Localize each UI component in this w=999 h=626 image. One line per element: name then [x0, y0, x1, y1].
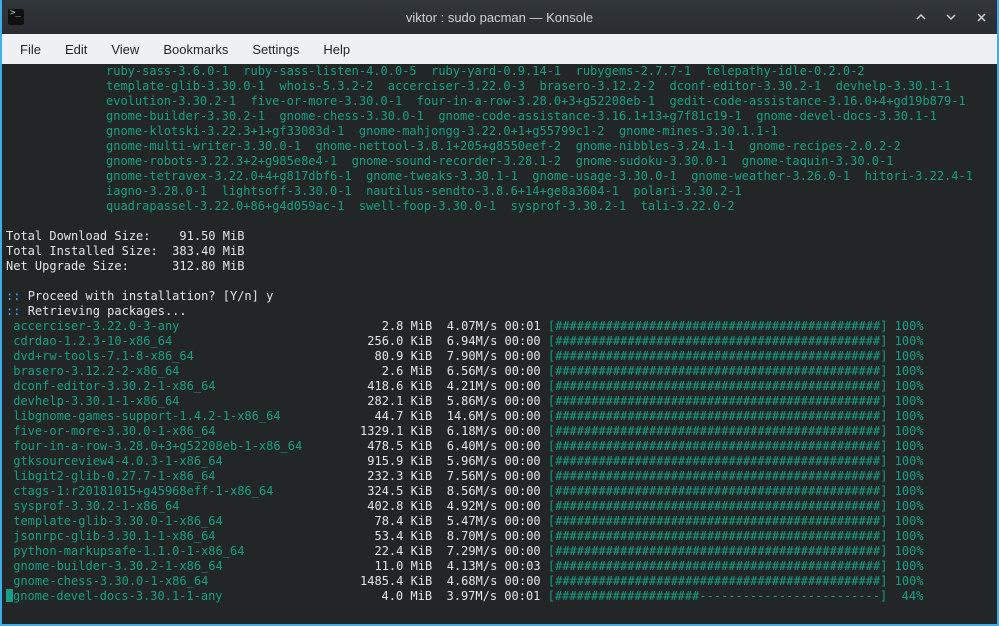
titlebar[interactable]: viktor : sudo pacman — Konsole — [2, 0, 997, 34]
retrieving-header: :: Retrieving packages... — [6, 304, 993, 319]
package-list-line: template-glib-3.30.0-1 whois-5.3.2-2 acc… — [6, 79, 951, 94]
download-row: dconf-editor-3.30.2-1-x86_64 418.6 KiB 4… — [6, 379, 993, 394]
window-title: viktor : sudo pacman — Konsole — [2, 10, 997, 25]
download-row: gnome-devel-docs-3.30.1-1-any 4.0 MiB 3.… — [6, 589, 993, 604]
package-list-line: gnome-builder-3.30.2-1 gnome-chess-3.30.… — [6, 109, 937, 124]
maximize-button[interactable] — [941, 7, 961, 27]
download-row: five-or-more-3.30.0-1-x86_64 1329.1 KiB … — [6, 424, 993, 439]
total-installed-size: Total Installed Size: 383.40 MiB — [6, 244, 993, 259]
menu-settings[interactable]: Settings — [240, 38, 311, 61]
total-download-size: Total Download Size: 91.50 MiB — [6, 229, 993, 244]
konsole-window: viktor : sudo pacman — Konsole File Edit… — [0, 0, 999, 626]
download-row: brasero-3.12.2-2-x86_64 2.6 MiB 6.56M/s … — [6, 364, 993, 379]
download-row: template-glib-3.30.0-1-x86_64 78.4 KiB 5… — [6, 514, 993, 529]
download-row: ctags-1:r20181015+g45968eff-1-x86_64 324… — [6, 484, 993, 499]
download-row: accerciser-3.22.0-3-any 2.8 MiB 4.07M/s … — [6, 319, 993, 334]
minimize-button[interactable] — [911, 7, 931, 27]
package-list-line: ruby-sass-3.6.0-1 ruby-sass-listen-4.0.0… — [6, 64, 865, 79]
download-row: cdrdao-1.2.3-10-x86_64 256.0 KiB 6.94M/s… — [6, 334, 993, 349]
download-row: libgnome-games-support-1.4.2-1-x86_64 44… — [6, 409, 993, 424]
download-row: gnome-chess-3.30.0-1-x86_64 1485.4 KiB 4… — [6, 574, 993, 589]
menu-file[interactable]: File — [8, 38, 53, 61]
window-controls — [911, 7, 991, 27]
terminal-output[interactable]: ruby-sass-3.6.0-1 ruby-sass-listen-4.0.0… — [2, 64, 997, 624]
menu-help[interactable]: Help — [311, 38, 362, 61]
package-list-line: gnome-tetravex-3.22.0+4+g817dbf6-1 gnome… — [6, 169, 973, 184]
terminal-icon — [8, 9, 24, 25]
download-row: libgit2-glib-0.27.7-1-x86_64 232.3 KiB 7… — [6, 469, 993, 484]
download-row: gnome-builder-3.30.2-1-x86_64 11.0 MiB 4… — [6, 559, 993, 574]
net-upgrade-size: Net Upgrade Size: 312.80 MiB — [6, 259, 993, 274]
download-row: four-in-a-row-3.28.0+3+g52208eb-1-x86_64… — [6, 439, 993, 454]
close-button[interactable] — [971, 7, 991, 27]
download-row: dvd+rw-tools-7.1-8-x86_64 80.9 KiB 7.90M… — [6, 349, 993, 364]
package-list-line: quadrapassel-3.22.0+86+g4d059ac-1 swell-… — [6, 199, 735, 214]
download-row: gtksourceview4-4.0.3-1-x86_64 915.9 KiB … — [6, 454, 993, 469]
menu-bookmarks[interactable]: Bookmarks — [151, 38, 240, 61]
download-row: devhelp-3.30.1-1-x86_64 282.1 KiB 5.86M/… — [6, 394, 993, 409]
package-list-line: gnome-multi-writer-3.30.0-1 gnome-nettoo… — [6, 139, 901, 154]
download-row: sysprof-3.30.2-1-x86_64 402.8 KiB 4.92M/… — [6, 499, 993, 514]
package-list-line: gnome-robots-3.22.3+2+g985e8e4-1 gnome-s… — [6, 154, 893, 169]
proceed-prompt: :: Proceed with installation? [Y/n] y — [6, 289, 993, 304]
download-row: jsonrpc-glib-3.30.1-1-x86_64 53.4 KiB 8.… — [6, 529, 993, 544]
cursor — [6, 589, 13, 602]
package-list-line: gnome-klotski-3.22.3+1+gf33083d-1 gnome-… — [6, 124, 778, 139]
menubar: File Edit View Bookmarks Settings Help — [2, 34, 997, 64]
menu-edit[interactable]: Edit — [53, 38, 99, 61]
package-list-line: iagno-3.28.0-1 lightsoff-3.30.0-1 nautil… — [6, 184, 742, 199]
package-list-line: evolution-3.30.2-1 five-or-more-3.30.0-1… — [6, 94, 966, 109]
menu-view[interactable]: View — [99, 38, 151, 61]
download-row: python-markupsafe-1.1.0-1-x86_64 22.4 Ki… — [6, 544, 993, 559]
